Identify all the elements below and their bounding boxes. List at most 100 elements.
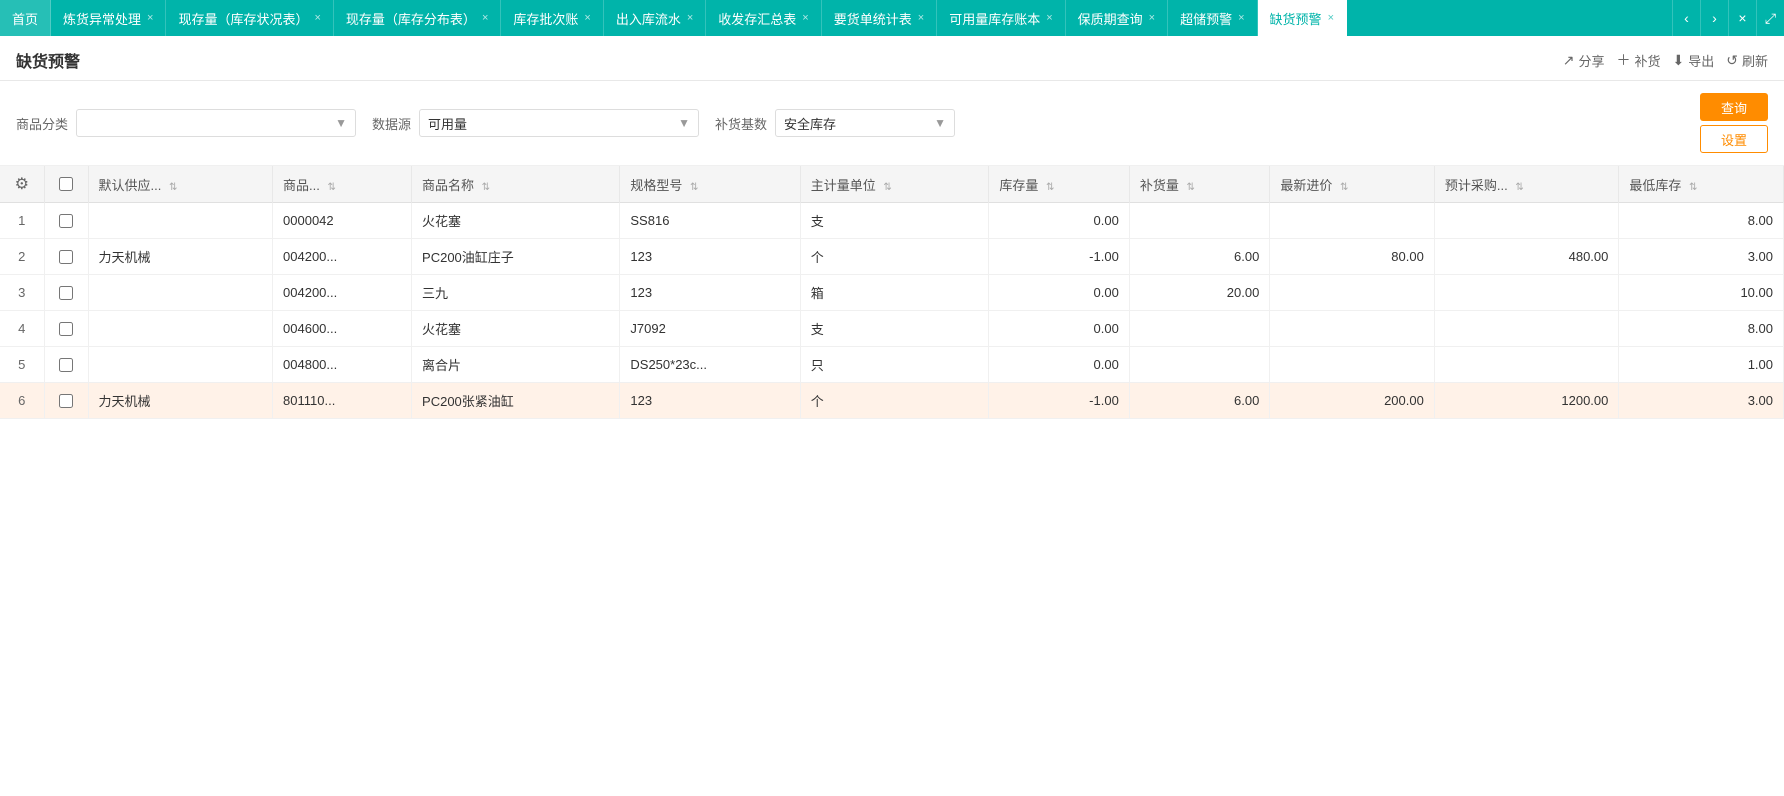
col-latest-price[interactable]: 最新进价 ⇅ <box>1270 166 1435 203</box>
nav-expand-btn[interactable]: ⤢ <box>1756 0 1784 36</box>
row-checkbox-4[interactable] <box>44 311 88 347</box>
row-latest-price-5 <box>1270 347 1435 383</box>
row-product-name-5: 离合片 <box>412 347 620 383</box>
nav-label-shortage: 缺货预警 <box>1270 9 1322 28</box>
nav-item-home[interactable]: 首页 <box>0 0 51 36</box>
col-unit[interactable]: 主计量单位 ⇅ <box>800 166 989 203</box>
nav-item-inventory-status[interactable]: 现存量（库存状况表） × <box>166 0 333 36</box>
nav-arrow-right[interactable]: › <box>1700 0 1728 36</box>
replenish-button[interactable]: ＋ 补货 <box>1616 50 1660 70</box>
nav-item-shortage[interactable]: 缺货预警 × <box>1258 0 1347 36</box>
replenish-base-select[interactable]: 安全库存 ▼ <box>775 109 955 137</box>
col-unit-sort-icon: ⇅ <box>883 182 891 193</box>
close-icon-inventory-status[interactable]: × <box>314 12 320 24</box>
nav-item-overstock[interactable]: 超储预警 × <box>1168 0 1257 36</box>
close-icon-inventory-dist[interactable]: × <box>482 12 488 24</box>
datasource-select[interactable]: 可用量 ▼ <box>419 109 699 137</box>
export-button[interactable]: ⬇ 导出 <box>1673 51 1715 70</box>
row-replenish-3: 20.00 <box>1129 275 1270 311</box>
close-icon-expiry-query[interactable]: × <box>1149 12 1155 24</box>
row-supplier-6: 力天机械 <box>88 383 273 419</box>
row-select-checkbox-4[interactable] <box>59 322 73 336</box>
table-row: 1 0000042 火花塞 SS816 支 0.00 8.00 <box>0 203 1784 239</box>
row-checkbox-6[interactable] <box>44 383 88 419</box>
row-checkbox-1[interactable] <box>44 203 88 239</box>
row-unit-2: 个 <box>800 239 989 275</box>
nav-item-purchase-stats[interactable]: 要货单统计表 × <box>822 0 937 36</box>
row-min-stock-3: 10.00 <box>1619 275 1784 311</box>
filter-group-datasource: 数据源 可用量 ▼ <box>372 109 699 137</box>
row-latest-price-1 <box>1270 203 1435 239</box>
row-latest-price-2: 80.00 <box>1270 239 1435 275</box>
row-select-checkbox-1[interactable] <box>59 214 73 228</box>
row-checkbox-2[interactable] <box>44 239 88 275</box>
settings-button[interactable]: 设置 <box>1700 125 1768 153</box>
col-min-stock-sort-icon: ⇅ <box>1689 182 1697 193</box>
col-min-stock[interactable]: 最低库存 ⇅ <box>1619 166 1784 203</box>
close-icon-abnormal[interactable]: × <box>147 12 153 24</box>
close-icon-batch-account[interactable]: × <box>584 12 590 24</box>
nav-label-batch-account: 库存批次账 <box>513 9 578 28</box>
nav-item-available-ledger[interactable]: 可用量库存账本 × <box>937 0 1065 36</box>
row-stock-4: 0.00 <box>989 311 1130 347</box>
row-select-checkbox-6[interactable] <box>59 394 73 408</box>
row-unit-5: 只 <box>800 347 989 383</box>
close-icon-receive-summary[interactable]: × <box>802 12 808 24</box>
close-icon-overstock[interactable]: × <box>1238 12 1244 24</box>
row-checkbox-5[interactable] <box>44 347 88 383</box>
row-est-purchase-3 <box>1434 275 1619 311</box>
gear-icon[interactable]: ⚙ <box>15 174 29 194</box>
col-replenish-label: 补货量 <box>1140 178 1179 193</box>
row-product-code-2: 004200... <box>273 239 412 275</box>
col-stock-sort-icon: ⇅ <box>1046 182 1054 193</box>
header-actions: ↗ 分享 ＋ 补货 ⬇ 导出 ↺ 刷新 <box>1563 50 1768 70</box>
replenish-label: 补货 <box>1634 51 1660 70</box>
refresh-label: 刷新 <box>1742 51 1768 70</box>
col-est-purchase[interactable]: 预计采购... ⇅ <box>1434 166 1619 203</box>
nav-label-receive-summary: 收发存汇总表 <box>718 9 796 28</box>
row-checkbox-3[interactable] <box>44 275 88 311</box>
col-stock[interactable]: 库存量 ⇅ <box>989 166 1130 203</box>
row-est-purchase-4 <box>1434 311 1619 347</box>
close-icon-inout-flow[interactable]: × <box>687 12 693 24</box>
category-select[interactable]: ▼ <box>76 109 356 137</box>
query-button[interactable]: 查询 <box>1700 93 1768 121</box>
row-stock-1: 0.00 <box>989 203 1130 239</box>
close-icon-purchase-stats[interactable]: × <box>918 12 924 24</box>
close-icon-available-ledger[interactable]: × <box>1046 12 1052 24</box>
nav-arrows: ‹ › × ⤢ <box>1672 0 1784 36</box>
nav-item-receive-summary[interactable]: 收发存汇总表 × <box>706 0 821 36</box>
row-product-name-6: PC200张紧油缸 <box>412 383 620 419</box>
col-spec[interactable]: 规格型号 ⇅ <box>620 166 800 203</box>
nav-close-btn[interactable]: × <box>1728 0 1756 36</box>
nav-arrow-left[interactable]: ‹ <box>1672 0 1700 36</box>
table-container: ⚙ 默认供应... ⇅ 商品... ⇅ <box>0 166 1784 419</box>
col-product-name[interactable]: 商品名称 ⇅ <box>412 166 620 203</box>
col-supplier[interactable]: 默认供应... ⇅ <box>88 166 273 203</box>
row-select-checkbox-2[interactable] <box>59 250 73 264</box>
datasource-select-value: 可用量 <box>428 114 678 133</box>
row-product-code-4: 004600... <box>273 311 412 347</box>
close-icon-shortage[interactable]: × <box>1328 12 1334 24</box>
row-supplier-5 <box>88 347 273 383</box>
col-product-code[interactable]: 商品... ⇅ <box>273 166 412 203</box>
row-est-purchase-5 <box>1434 347 1619 383</box>
col-gear[interactable]: ⚙ <box>0 166 44 203</box>
replenish-base-dropdown-icon: ▼ <box>934 116 946 130</box>
nav-item-batch-account[interactable]: 库存批次账 × <box>501 0 603 36</box>
row-stock-5: 0.00 <box>989 347 1130 383</box>
select-all-checkbox[interactable] <box>59 177 73 191</box>
col-replenish[interactable]: 补货量 ⇅ <box>1129 166 1270 203</box>
refresh-button[interactable]: ↺ 刷新 <box>1726 51 1768 70</box>
nav-item-abnormal[interactable]: 炼货异常处理 × <box>51 0 166 36</box>
row-select-checkbox-3[interactable] <box>59 286 73 300</box>
row-spec-5: DS250*23c... <box>620 347 800 383</box>
row-product-name-1: 火花塞 <box>412 203 620 239</box>
share-button[interactable]: ↗ 分享 <box>1563 51 1605 70</box>
row-product-code-3: 004200... <box>273 275 412 311</box>
nav-item-inventory-dist[interactable]: 现存量（库存分布表） × <box>334 0 501 36</box>
nav-item-inout-flow[interactable]: 出入库流水 × <box>604 0 706 36</box>
page-header: 缺货预警 ↗ 分享 ＋ 补货 ⬇ 导出 ↺ 刷新 <box>0 36 1784 81</box>
nav-item-expiry-query[interactable]: 保质期查询 × <box>1066 0 1168 36</box>
row-select-checkbox-5[interactable] <box>59 358 73 372</box>
